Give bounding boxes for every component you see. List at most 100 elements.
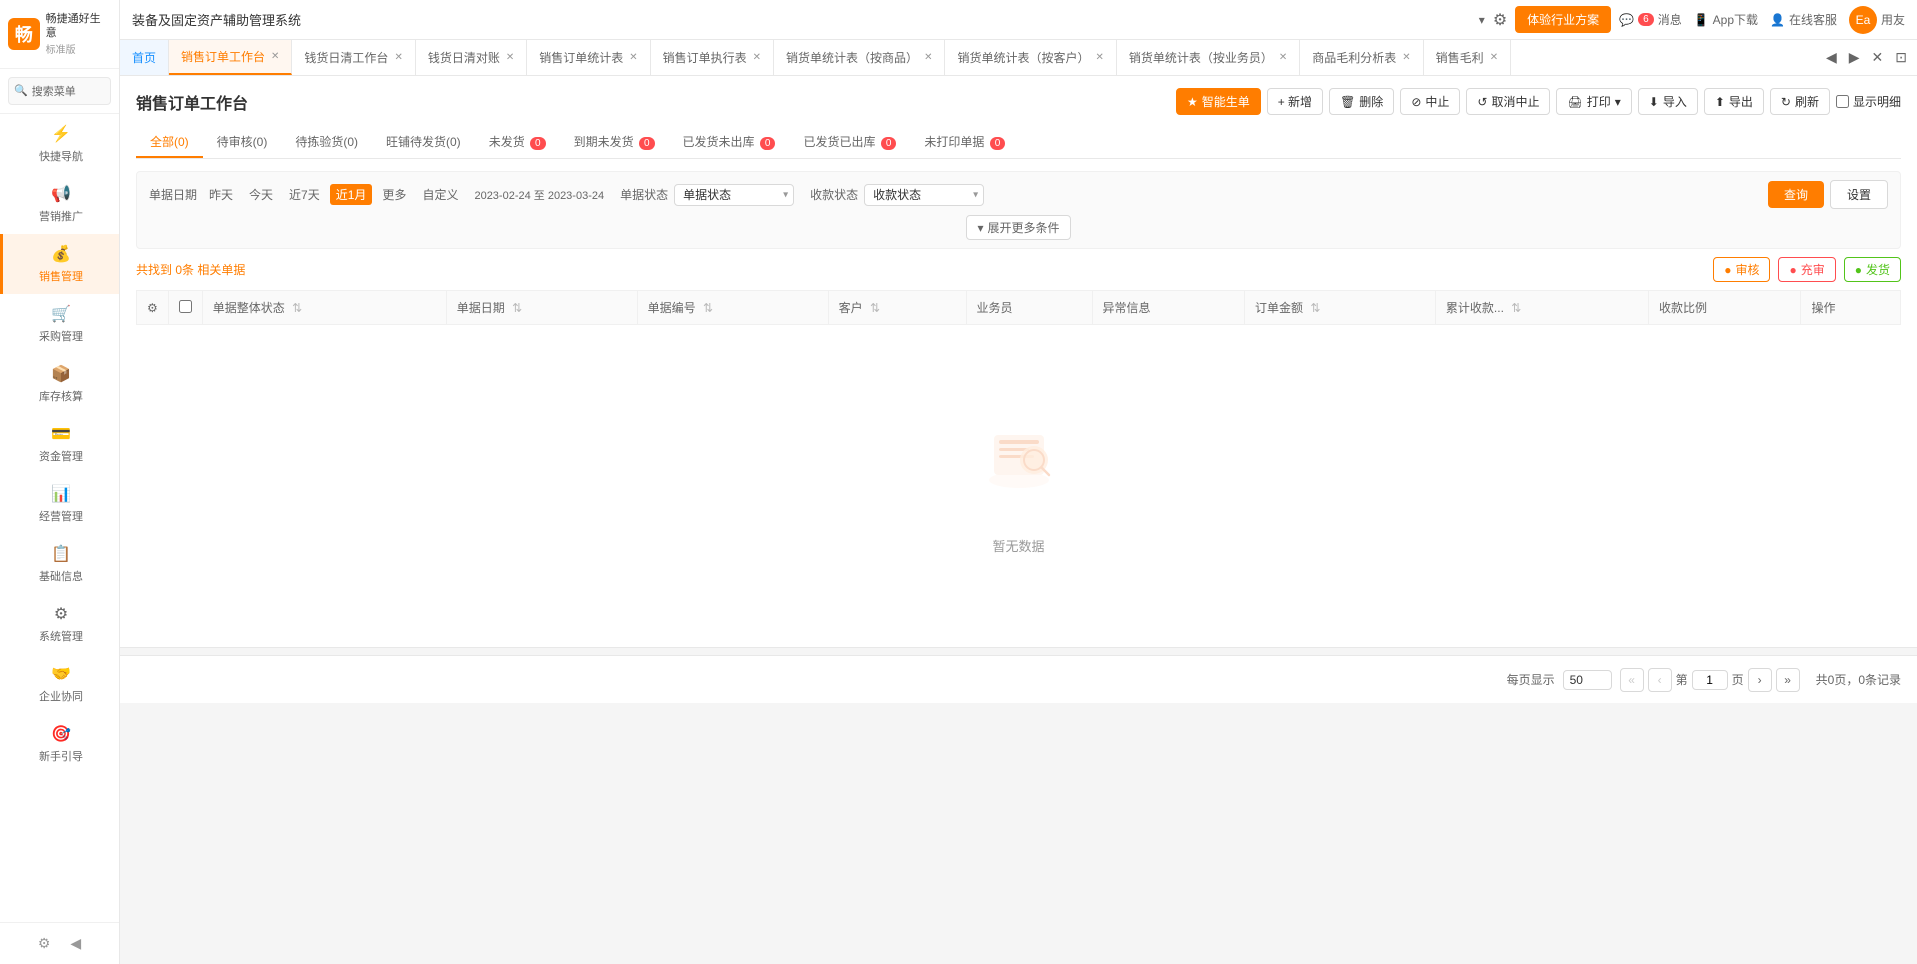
sidebar-item-guide[interactable]: 🎯 新手引导 xyxy=(0,714,119,774)
tab-sales-gross[interactable]: 销售毛利 ✕ xyxy=(1424,40,1511,75)
date-yesterday-btn[interactable]: 昨天 xyxy=(203,184,239,205)
cancel-stop-button[interactable]: ↺ 取消中止 xyxy=(1466,88,1550,115)
status-select-wrap[interactable]: 单据状态 xyxy=(674,184,794,206)
sidebar-item-sales[interactable]: 💰 销售管理 xyxy=(0,234,119,294)
tab-sales-staff-close[interactable]: ✕ xyxy=(1279,52,1287,63)
filter-tab-delivered-not-out[interactable]: 已发货未出库 0 xyxy=(669,127,790,158)
query-button[interactable]: 查询 xyxy=(1768,181,1824,208)
topbar-settings-icon[interactable]: ⚙ xyxy=(1493,10,1507,30)
sidebar-item-basic-info[interactable]: 📋 基础信息 xyxy=(0,534,119,594)
th-exception[interactable]: 异常信息 xyxy=(1092,291,1244,325)
print-button[interactable]: 🖨 打印 ▾ xyxy=(1556,88,1631,115)
app-download-action[interactable]: 📱 App下载 xyxy=(1694,11,1758,28)
search-menu-button[interactable]: 🔍 搜索菜单 xyxy=(8,77,111,105)
tab-sales-gross-close[interactable]: ✕ xyxy=(1490,52,1498,63)
tab-expand-button[interactable]: ⊡ xyxy=(1891,47,1911,68)
tab-close-all-button[interactable]: ✕ xyxy=(1868,47,1888,68)
filter-tab-pending-review[interactable]: 待审核(0) xyxy=(203,127,282,158)
tab-margin-analysis-close[interactable]: ✕ xyxy=(1402,52,1410,63)
tab-sales-staff[interactable]: 销货单统计表（按业务员） ✕ xyxy=(1117,40,1300,75)
pagination-prev-btn[interactable]: ‹ xyxy=(1648,668,1672,692)
pagination-first-btn[interactable]: « xyxy=(1620,668,1644,692)
tab-margin-analysis[interactable]: 商品毛利分析表 ✕ xyxy=(1300,40,1423,75)
date-today-btn[interactable]: 今天 xyxy=(243,184,279,205)
date-7days-btn[interactable]: 近7天 xyxy=(283,184,326,205)
tab-sales-goods-close[interactable]: ✕ xyxy=(924,52,932,63)
tab-sales-customer-close[interactable]: ✕ xyxy=(1095,52,1103,63)
th-collected[interactable]: 累计收款... ⇅ xyxy=(1435,291,1648,325)
payment-select-wrap[interactable]: 收款状态 xyxy=(864,184,984,206)
tab-sales-customer[interactable]: 销货单统计表（按客户） ✕ xyxy=(945,40,1116,75)
th-customer[interactable]: 客户 ⇅ xyxy=(828,291,966,325)
tab-prev-button[interactable]: ◀ xyxy=(1822,47,1841,68)
tab-next-button[interactable]: ▶ xyxy=(1845,47,1864,68)
industry-plan-button[interactable]: 体验行业方案 xyxy=(1515,6,1611,33)
sidebar-item-inventory[interactable]: 📦 库存核算 xyxy=(0,354,119,414)
export-button[interactable]: ⬆ 导出 xyxy=(1704,88,1764,115)
expand-conditions-button[interactable]: ▾ 展开更多条件 xyxy=(966,215,1070,240)
sidebar-item-finance[interactable]: 💳 资金管理 xyxy=(0,414,119,474)
filter-tab-not-delivered[interactable]: 未发货 0 xyxy=(475,127,560,158)
tab-cash-goods[interactable]: 钱货日清对账 ✕ xyxy=(416,40,527,75)
online-service-action[interactable]: 👤 在线客服 xyxy=(1770,11,1837,28)
sidebar-item-operations[interactable]: 📊 经营管理 xyxy=(0,474,119,534)
date-1month-btn[interactable]: 近1月 xyxy=(330,184,373,205)
th-status[interactable]: 单据整体状态 ⇅ xyxy=(202,291,446,325)
smart-create-button[interactable]: ★ 智能生单 xyxy=(1176,88,1261,115)
filter-tab-all[interactable]: 全部(0) xyxy=(136,127,203,158)
system-dropdown[interactable]: ▾ xyxy=(1479,13,1485,27)
stop-button[interactable]: ⊘ 中止 xyxy=(1400,88,1460,115)
filter-tab-not-printed[interactable]: 未打印单据 0 xyxy=(910,127,1019,158)
settings-footer-button[interactable]: ⚙ xyxy=(30,931,59,956)
delete-button[interactable]: 🗑 删除 xyxy=(1329,88,1394,115)
payment-select[interactable]: 收款状态 xyxy=(864,184,984,206)
tab-sales-stats[interactable]: 销售订单统计表 ✕ xyxy=(527,40,650,75)
pagination-last-btn[interactable]: » xyxy=(1776,668,1800,692)
pagination-next-btn[interactable]: › xyxy=(1748,668,1772,692)
status-select[interactable]: 单据状态 xyxy=(674,184,794,206)
tab-sales-exec[interactable]: 销售订单执行表 ✕ xyxy=(651,40,774,75)
tab-home[interactable]: 首页 xyxy=(120,40,169,75)
audit-button[interactable]: ● 审核 xyxy=(1713,257,1770,282)
tab-sales-exec-close[interactable]: ✕ xyxy=(753,52,761,63)
sidebar-search-area[interactable]: 🔍 搜索菜单 xyxy=(0,69,119,114)
filter-tab-delivered-out[interactable]: 已发货已出库 0 xyxy=(789,127,910,158)
tab-daily-cash-close[interactable]: ✕ xyxy=(394,52,402,63)
tab-sales-goods[interactable]: 销货单统计表（按商品） ✕ xyxy=(774,40,945,75)
horizontal-scrollbar[interactable] xyxy=(120,647,1917,655)
sidebar-item-purchase[interactable]: 🛒 采购管理 xyxy=(0,294,119,354)
sidebar-item-marketing[interactable]: 📢 营销推广 xyxy=(0,174,119,234)
setting-button[interactable]: 设置 xyxy=(1830,180,1888,209)
th-number[interactable]: 单据编号 ⇅ xyxy=(637,291,828,325)
pagination-page-input[interactable] xyxy=(1692,670,1728,690)
show-detail-checkbox-wrap[interactable]: 显示明细 xyxy=(1836,93,1901,110)
tab-cash-goods-close[interactable]: ✕ xyxy=(506,52,514,63)
per-page-select-wrap[interactable]: 50 10 20 100 xyxy=(1563,670,1612,690)
sidebar-item-quick-nav[interactable]: ⚡ 快捷导航 xyxy=(0,114,119,174)
date-custom-btn[interactable]: 自定义 xyxy=(416,184,464,205)
date-more-btn[interactable]: 更多 xyxy=(376,184,412,205)
tab-sales-order-workspace[interactable]: 销售订单工作台 ✕ xyxy=(169,40,292,75)
show-detail-checkbox[interactable] xyxy=(1836,95,1849,108)
sidebar-item-enterprise[interactable]: 🤝 企业协同 xyxy=(0,654,119,714)
filter-tab-wangpu[interactable]: 旺铺待发货(0) xyxy=(372,127,475,158)
sidebar-item-system[interactable]: ⚙ 系统管理 xyxy=(0,594,119,654)
th-amount[interactable]: 订单金额 ⇅ xyxy=(1244,291,1435,325)
select-all-checkbox[interactable] xyxy=(179,300,192,313)
filter-tab-overdue[interactable]: 到期未发货 0 xyxy=(560,127,669,158)
tab-daily-cash[interactable]: 钱货日清工作台 ✕ xyxy=(292,40,415,75)
reject-button[interactable]: ● 充审 xyxy=(1778,257,1835,282)
import-button[interactable]: ⬇ 导入 xyxy=(1638,88,1698,115)
tab-sales-order-workspace-close[interactable]: ✕ xyxy=(271,51,279,62)
deliver-button[interactable]: ● 发货 xyxy=(1844,257,1901,282)
th-staff[interactable]: 业务员 xyxy=(966,291,1092,325)
tab-sales-stats-close[interactable]: ✕ xyxy=(629,52,637,63)
th-settings[interactable]: ⚙ xyxy=(137,291,169,325)
th-date[interactable]: 单据日期 ⇅ xyxy=(446,291,637,325)
user-action[interactable]: Ea 用友 xyxy=(1849,6,1905,34)
message-action[interactable]: 💬 6 消息 xyxy=(1619,11,1682,28)
refresh-button[interactable]: ↻ 刷新 xyxy=(1770,88,1830,115)
filter-tab-pending-check[interactable]: 待拣验货(0) xyxy=(281,127,372,158)
th-checkbox[interactable] xyxy=(168,291,202,325)
add-button[interactable]: + 新增 xyxy=(1267,88,1323,115)
